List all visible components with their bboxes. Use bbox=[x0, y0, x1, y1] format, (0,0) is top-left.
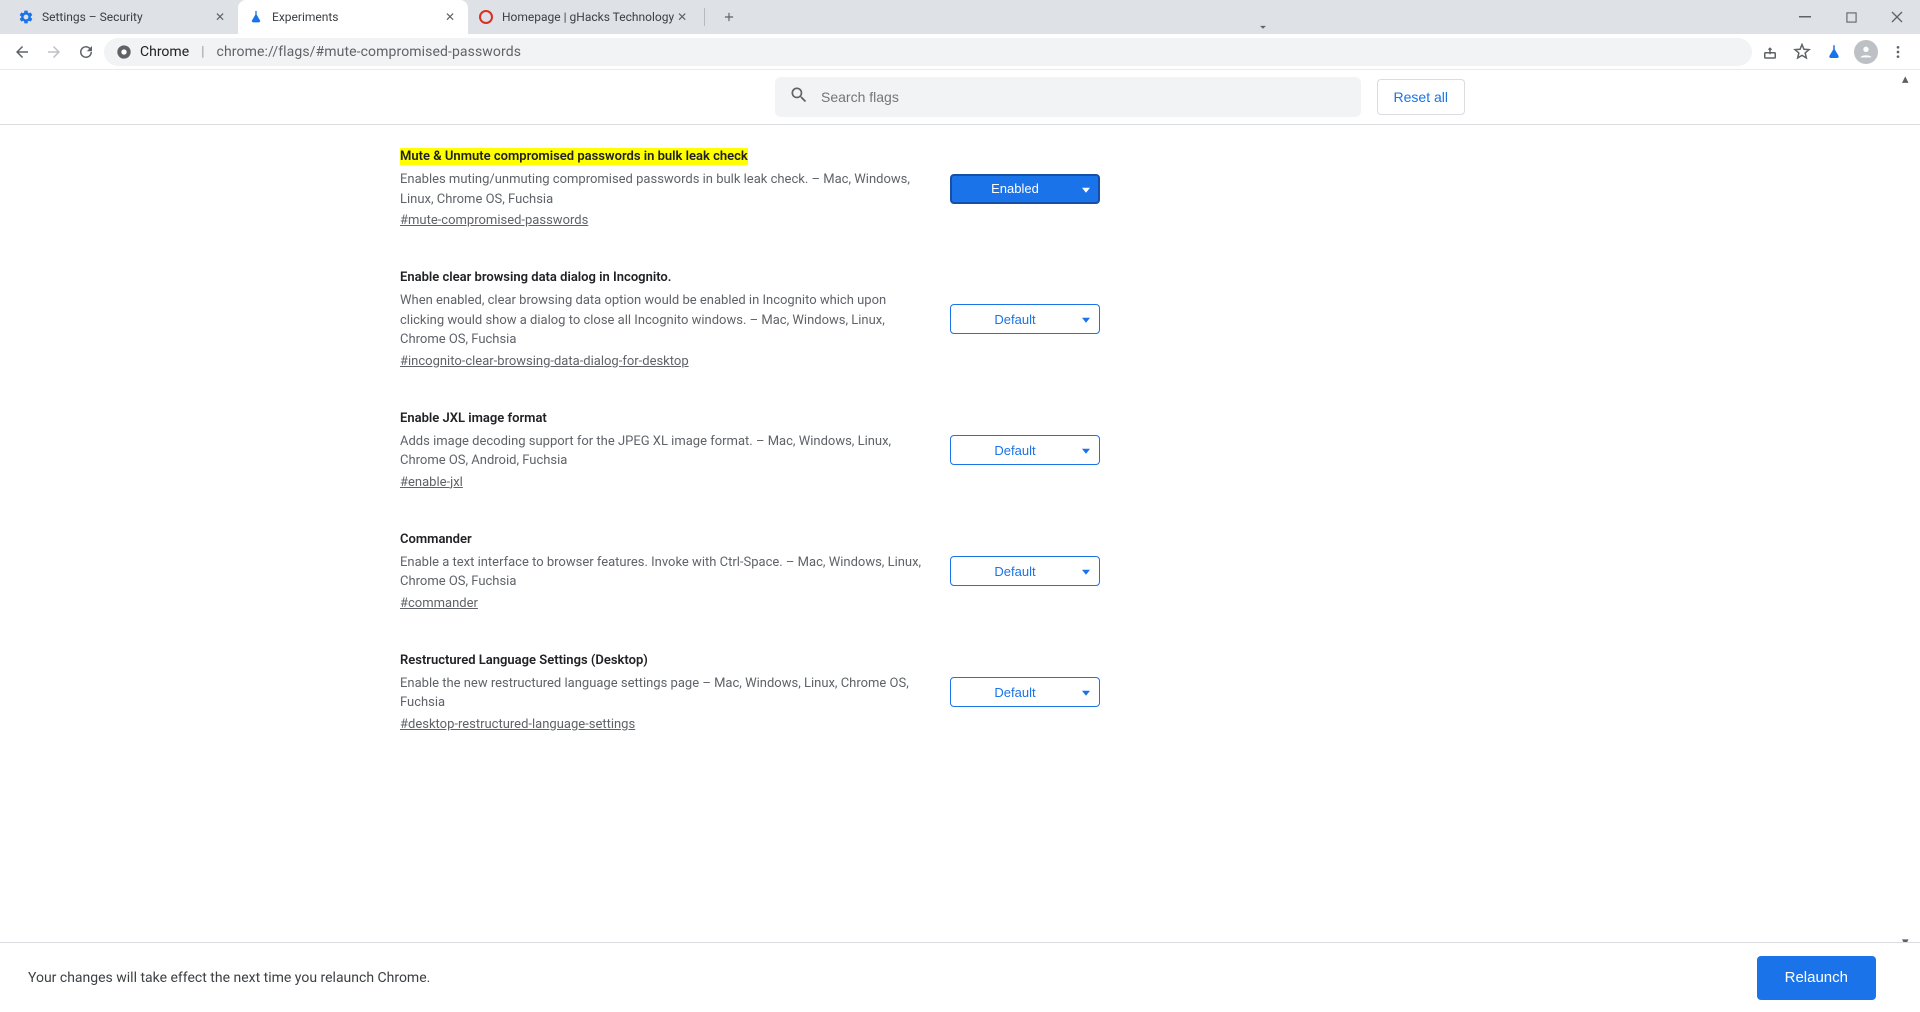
forward-button[interactable] bbox=[40, 38, 68, 66]
flags-search-row: Reset all bbox=[0, 70, 1920, 125]
relaunch-button[interactable]: Relaunch bbox=[1757, 956, 1876, 1000]
flask-icon bbox=[248, 9, 264, 25]
chrome-icon bbox=[116, 44, 132, 60]
browser-toolbar: Chrome | chrome://flags/#mute-compromise… bbox=[0, 34, 1920, 70]
flag-anchor-link[interactable]: #incognito-clear-browsing-data-dialog-fo… bbox=[400, 354, 689, 369]
tab-strip: Settings – Security ✕ Experiments ✕ Home… bbox=[0, 0, 1920, 34]
close-icon[interactable]: ✕ bbox=[674, 9, 690, 25]
page-content: ▴ Reset all Mute & Unmute compromised pa… bbox=[0, 70, 1920, 1012]
relaunch-bar: Your changes will take effect the next t… bbox=[0, 942, 1920, 1012]
close-icon[interactable]: ✕ bbox=[442, 9, 458, 25]
new-tab-button[interactable] bbox=[715, 3, 743, 31]
profile-button[interactable] bbox=[1852, 38, 1880, 66]
flag-state-select[interactable]: Default bbox=[950, 435, 1100, 465]
tab-experiments[interactable]: Experiments ✕ bbox=[238, 0, 468, 34]
flag-item: Commander Enable a text interface to brow… bbox=[400, 532, 1100, 611]
tab-divider bbox=[704, 8, 705, 26]
flag-state-select[interactable]: Default bbox=[950, 677, 1100, 707]
flag-item: Mute & Unmute compromised passwords in b… bbox=[400, 149, 1100, 228]
flag-anchor-link[interactable]: #enable-jxl bbox=[400, 475, 463, 490]
reset-all-button[interactable]: Reset all bbox=[1377, 79, 1465, 115]
menu-button[interactable] bbox=[1884, 38, 1912, 66]
flag-description: When enabled, clear browsing data option… bbox=[400, 291, 930, 350]
flag-description: Enable the new restructured language set… bbox=[400, 674, 930, 713]
avatar-icon bbox=[1854, 40, 1878, 64]
tab-title: Settings – Security bbox=[42, 10, 212, 24]
flag-state-select[interactable]: Default bbox=[950, 304, 1100, 334]
flag-title: Restructured Language Settings (Desktop) bbox=[400, 653, 648, 668]
flag-title: Enable JXL image format bbox=[400, 411, 547, 426]
extensions-flask-icon[interactable] bbox=[1820, 38, 1848, 66]
minimize-button[interactable] bbox=[1782, 0, 1828, 34]
tablist-dropdown-button[interactable] bbox=[1246, 20, 1280, 34]
gear-icon bbox=[18, 9, 34, 25]
flag-title: Enable clear browsing data dialog in Inc… bbox=[400, 270, 671, 285]
search-flags-box[interactable] bbox=[775, 77, 1361, 117]
url-path: chrome://flags/#mute-compromised-passwor… bbox=[217, 44, 522, 60]
tab-ghacks[interactable]: Homepage | gHacks Technology ✕ bbox=[468, 0, 700, 34]
flag-item: Enable clear browsing data dialog in Inc… bbox=[400, 270, 1100, 369]
flag-state-select[interactable]: Enabled bbox=[950, 174, 1100, 204]
flags-list: Mute & Unmute compromised passwords in b… bbox=[400, 125, 1100, 854]
search-input[interactable] bbox=[821, 89, 1347, 105]
flag-description: Adds image decoding support for the JPEG… bbox=[400, 432, 930, 471]
search-icon bbox=[789, 85, 809, 109]
flag-anchor-link[interactable]: #desktop-restructured-language-settings bbox=[400, 717, 635, 732]
flag-description: Enables muting/unmuting compromised pass… bbox=[400, 170, 930, 209]
window-controls bbox=[1782, 0, 1920, 34]
close-window-button[interactable] bbox=[1874, 0, 1920, 34]
flag-anchor-link[interactable]: #mute-compromised-passwords bbox=[400, 213, 588, 228]
flag-title: Mute & Unmute compromised passwords in b… bbox=[400, 148, 748, 165]
flag-item: Enable JXL image format Adds image decodi… bbox=[400, 411, 1100, 490]
close-icon[interactable]: ✕ bbox=[212, 9, 228, 25]
relaunch-message: Your changes will take effect the next t… bbox=[28, 970, 430, 986]
flag-item: Restructured Language Settings (Desktop)… bbox=[400, 653, 1100, 732]
tab-settings-security[interactable]: Settings – Security ✕ bbox=[8, 0, 238, 34]
flag-anchor-link[interactable]: #commander bbox=[400, 596, 478, 611]
omnibox-separator: | bbox=[201, 44, 204, 60]
bookmark-button[interactable] bbox=[1788, 38, 1816, 66]
reload-button[interactable] bbox=[72, 38, 100, 66]
ghacks-icon bbox=[478, 9, 494, 25]
address-bar[interactable]: Chrome | chrome://flags/#mute-compromise… bbox=[104, 38, 1752, 66]
tab-title: Experiments bbox=[272, 10, 442, 24]
flag-description: Enable a text interface to browser featu… bbox=[400, 553, 930, 592]
flag-title: Commander bbox=[400, 532, 472, 547]
back-button[interactable] bbox=[8, 38, 36, 66]
share-button[interactable] bbox=[1756, 38, 1784, 66]
origin-label: Chrome bbox=[140, 44, 189, 60]
flag-state-select[interactable]: Default bbox=[950, 556, 1100, 586]
tab-title: Homepage | gHacks Technology bbox=[502, 10, 674, 24]
maximize-button[interactable] bbox=[1828, 0, 1874, 34]
